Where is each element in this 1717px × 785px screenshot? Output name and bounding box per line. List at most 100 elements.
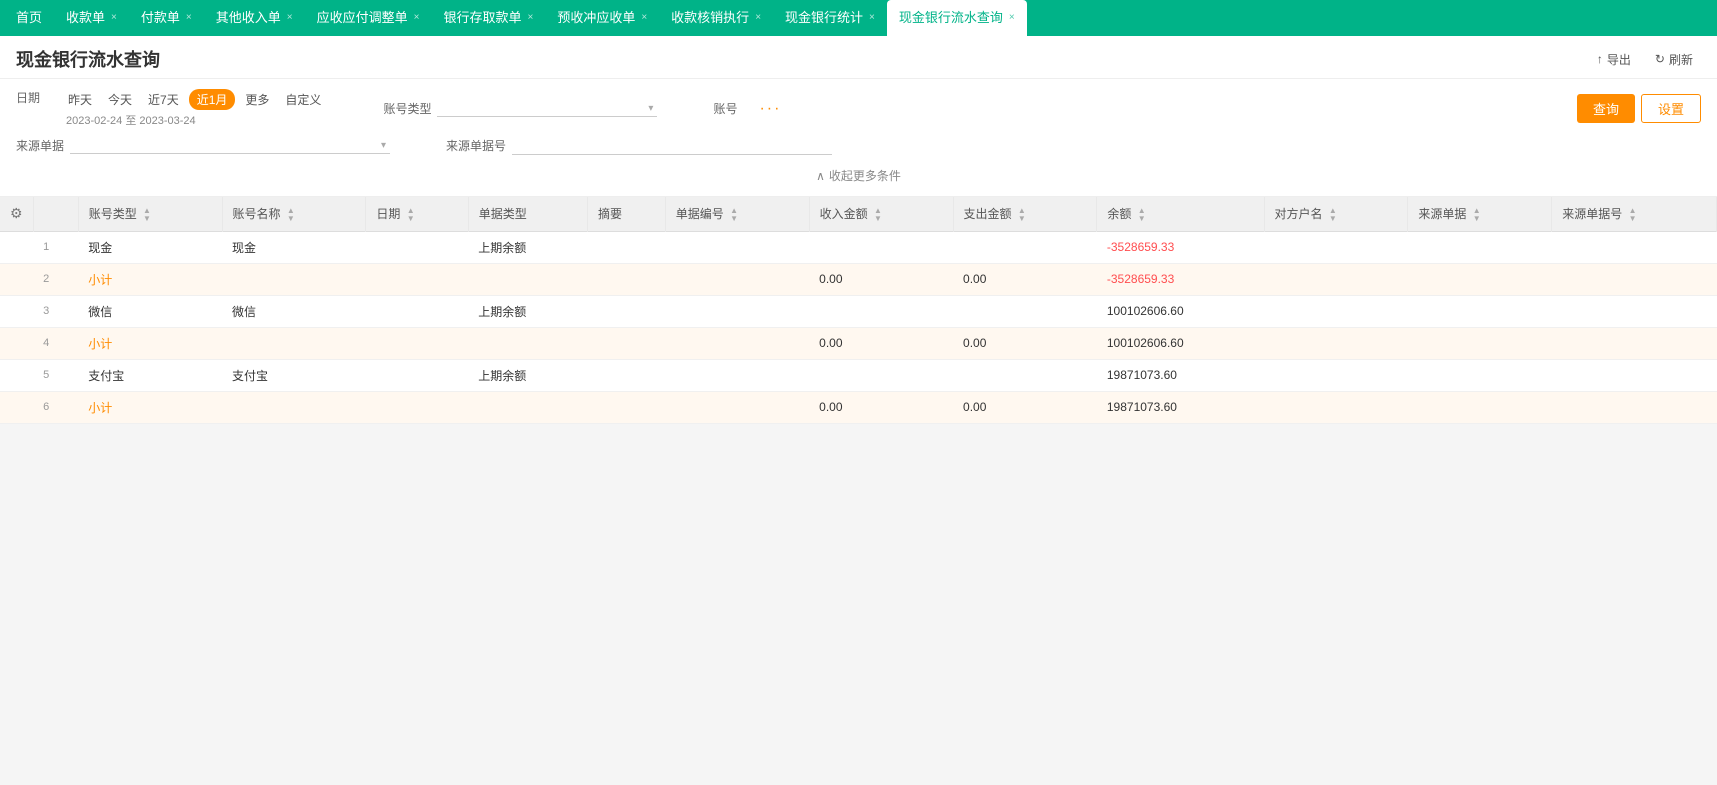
row-settings-cell (0, 327, 33, 359)
date-btn-more[interactable]: 更多 (239, 89, 275, 110)
source-doc-filter-group: 来源单据 ▾ (16, 137, 390, 154)
row-settings-cell (0, 295, 33, 327)
close-bank-deposit-icon[interactable]: × (527, 0, 533, 36)
row-expense-cell (953, 359, 1097, 391)
sort-income-icon: ▲▼ (874, 207, 882, 223)
row-balance-cell: -3528659.33 (1097, 263, 1264, 295)
row-account-name-cell (222, 327, 366, 359)
row-account-type-cell: 小计 (78, 263, 222, 295)
close-payments-icon[interactable]: × (186, 0, 192, 36)
table-row: 3 微信 微信 上期余额 100102606.60 (0, 295, 1717, 327)
account-type-select[interactable]: ▾ (437, 101, 657, 117)
nav-other-income[interactable]: 其他收入单 × (204, 0, 305, 36)
filter-row-1: 日期 昨天 今天 近7天 近1月 更多 自定义 2023-02-24 至 202… (16, 89, 1701, 128)
data-table: ⚙ 账号类型 ▲▼ 账号名称 ▲▼ 日期 ▲▼ 单据类型 摘要 单 (0, 197, 1717, 424)
row-source-doc-cell (1408, 327, 1552, 359)
export-button[interactable]: ↑ 导出 (1589, 47, 1639, 72)
page-header: 现金银行流水查询 ↑ 导出 ↻ 刷新 (0, 36, 1717, 79)
col-expense[interactable]: 支出金额 ▲▼ (953, 197, 1097, 231)
row-source-doc-no-cell (1552, 263, 1717, 295)
row-summary-cell (588, 231, 666, 263)
date-btn-custom[interactable]: 自定义 (279, 89, 327, 110)
col-source-doc[interactable]: 来源单据 ▲▼ (1408, 197, 1552, 231)
row-source-doc-no-cell (1552, 295, 1717, 327)
row-expense-cell (953, 231, 1097, 263)
nav-statistics[interactable]: 现金银行统计 × (773, 0, 887, 36)
row-date-cell (366, 263, 468, 295)
row-source-doc-cell (1408, 295, 1552, 327)
source-doc-select[interactable]: ▾ (70, 138, 390, 154)
filter-right-actions: 查询 设置 (1577, 94, 1701, 123)
date-btn-7days[interactable]: 近7天 (142, 89, 185, 110)
close-statistics-icon[interactable]: × (869, 0, 875, 36)
query-button[interactable]: 查询 (1577, 94, 1635, 123)
account-filter-group: 账号 ··· (713, 100, 781, 118)
sort-date-icon: ▲▼ (407, 207, 415, 223)
nav-adjustment[interactable]: 应收应付调整单 × (305, 0, 432, 36)
nav-advance-receipt[interactable]: 预收冲应收单 × (545, 0, 659, 36)
row-num-cell: 3 (33, 295, 78, 327)
table-row: 1 现金 现金 上期余额 -3528659.33 (0, 231, 1717, 263)
row-doc-no-cell (665, 391, 809, 423)
row-settings-cell (0, 391, 33, 423)
close-receipts-icon[interactable]: × (111, 0, 117, 36)
filter-row-2: 来源单据 ▾ 来源单据号 (16, 136, 1701, 155)
nav-home[interactable]: 首页 (4, 0, 54, 36)
row-source-doc-no-cell (1552, 327, 1717, 359)
date-range-text: 2023-02-24 至 2023-03-24 (66, 112, 327, 128)
table-container: ⚙ 账号类型 ▲▼ 账号名称 ▲▼ 日期 ▲▼ 单据类型 摘要 单 (0, 197, 1717, 424)
col-counterpart[interactable]: 对方户名 ▲▼ (1264, 197, 1408, 231)
sort-account-name-icon: ▲▼ (287, 207, 295, 223)
date-btn-today[interactable]: 今天 (102, 89, 138, 110)
row-date-cell (366, 327, 468, 359)
close-adjustment-icon[interactable]: × (414, 0, 420, 36)
date-btn-1month[interactable]: 近1月 (189, 89, 236, 110)
col-income[interactable]: 收入金额 ▲▼ (809, 197, 953, 231)
close-flow-query-icon[interactable]: × (1009, 0, 1015, 36)
row-doc-no-cell (665, 231, 809, 263)
col-source-doc-no[interactable]: 来源单据号 ▲▼ (1552, 197, 1717, 231)
col-date[interactable]: 日期 ▲▼ (366, 197, 468, 231)
table-row: 6 小计 0.00 0.00 19871073.60 (0, 391, 1717, 423)
row-date-cell (366, 295, 468, 327)
row-account-type-cell: 小计 (78, 327, 222, 359)
source-doc-no-input[interactable] (512, 136, 832, 155)
row-summary-cell (588, 295, 666, 327)
row-num-cell: 6 (33, 391, 78, 423)
refresh-icon: ↻ (1655, 52, 1665, 66)
collapse-icon: ∧ (816, 169, 825, 183)
row-balance-cell: 100102606.60 (1097, 327, 1264, 359)
col-balance[interactable]: 余额 ▲▼ (1097, 197, 1264, 231)
nav-receipts[interactable]: 收款单 × (54, 0, 129, 36)
account-dots-button[interactable]: ··· (759, 100, 781, 118)
row-date-cell (366, 391, 468, 423)
row-source-doc-no-cell (1552, 231, 1717, 263)
row-source-doc-no-cell (1552, 391, 1717, 423)
refresh-button[interactable]: ↻ 刷新 (1647, 47, 1701, 72)
nav-flow-query[interactable]: 现金银行流水查询 × (887, 0, 1027, 36)
collapse-bar[interactable]: ∧ 收起更多条件 (16, 163, 1701, 186)
col-doc-no[interactable]: 单据编号 ▲▼ (665, 197, 809, 231)
nav-verification[interactable]: 收款核销执行 × (659, 0, 773, 36)
row-counterpart-cell (1264, 391, 1408, 423)
table-settings-icon[interactable]: ⚙ (10, 205, 23, 221)
settings-button[interactable]: 设置 (1641, 94, 1701, 123)
close-advance-receipt-icon[interactable]: × (641, 0, 647, 36)
row-doc-no-cell (665, 359, 809, 391)
nav-payments[interactable]: 付款单 × (129, 0, 204, 36)
sort-doc-no-icon: ▲▼ (730, 207, 738, 223)
col-account-name[interactable]: 账号名称 ▲▼ (222, 197, 366, 231)
sort-expense-icon: ▲▼ (1018, 207, 1026, 223)
close-other-income-icon[interactable]: × (287, 0, 293, 36)
sort-balance-icon: ▲▼ (1138, 207, 1146, 223)
row-doc-no-cell (665, 263, 809, 295)
close-verification-icon[interactable]: × (755, 0, 761, 36)
row-date-cell (366, 359, 468, 391)
nav-bank-deposit[interactable]: 银行存取款单 × (431, 0, 545, 36)
date-btn-yesterday[interactable]: 昨天 (62, 89, 98, 110)
row-doc-type-cell (468, 391, 587, 423)
row-income-cell (809, 295, 953, 327)
row-source-doc-cell (1408, 359, 1552, 391)
row-balance-cell: 19871073.60 (1097, 359, 1264, 391)
col-account-type[interactable]: 账号类型 ▲▼ (78, 197, 222, 231)
